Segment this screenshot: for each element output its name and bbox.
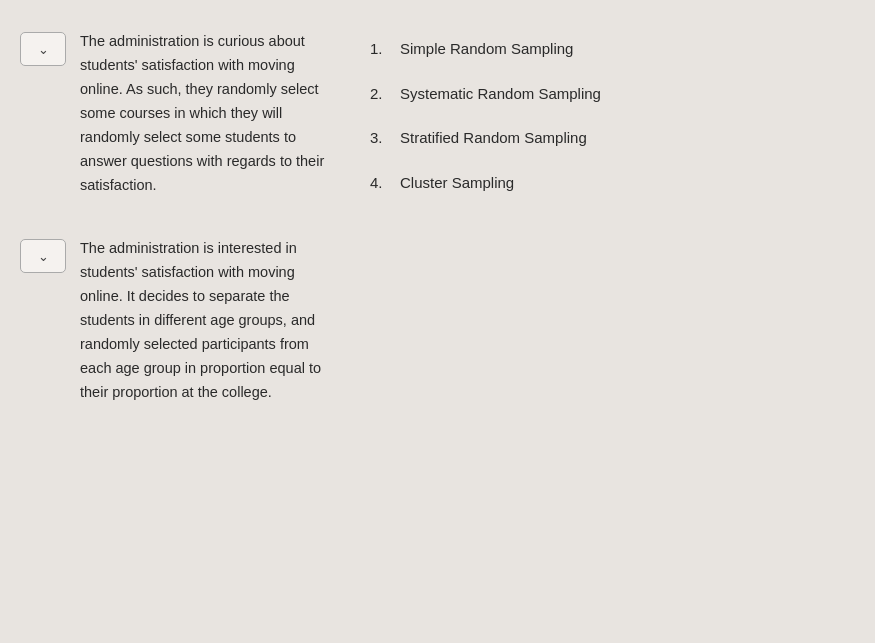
answer-number-2: 2. bbox=[370, 85, 390, 102]
answer-label-3: Stratified Random Sampling bbox=[400, 127, 587, 150]
answer-item-3: 3. Stratified Random Sampling bbox=[370, 127, 750, 150]
questions-column: ⌄ The administration is curious about st… bbox=[20, 30, 330, 405]
page-layout: ⌄ The administration is curious about st… bbox=[20, 30, 855, 405]
answer-label-1: Simple Random Sampling bbox=[400, 38, 573, 61]
question-text-2: The administration is interested in stud… bbox=[80, 237, 330, 404]
dropdown-2[interactable]: ⌄ bbox=[20, 239, 66, 273]
question-item-2: ⌄ The administration is interested in st… bbox=[20, 237, 330, 404]
answer-item-4: 4. Cluster Sampling bbox=[370, 172, 750, 195]
answer-number-4: 4. bbox=[370, 174, 390, 191]
answer-label-4: Cluster Sampling bbox=[400, 172, 514, 195]
answers-column: 1. Simple Random Sampling 2. Systematic … bbox=[370, 30, 750, 405]
answer-item-2: 2. Systematic Random Sampling bbox=[370, 83, 750, 106]
answer-item-1: 1. Simple Random Sampling bbox=[370, 38, 750, 61]
chevron-down-icon-2: ⌄ bbox=[38, 249, 49, 264]
answer-label-2: Systematic Random Sampling bbox=[400, 83, 601, 106]
answer-number-3: 3. bbox=[370, 129, 390, 146]
question-text-1: The administration is curious about stud… bbox=[80, 30, 330, 197]
chevron-down-icon-1: ⌄ bbox=[38, 42, 49, 57]
dropdown-1[interactable]: ⌄ bbox=[20, 32, 66, 66]
answer-number-1: 1. bbox=[370, 40, 390, 57]
question-item-1: ⌄ The administration is curious about st… bbox=[20, 30, 330, 197]
